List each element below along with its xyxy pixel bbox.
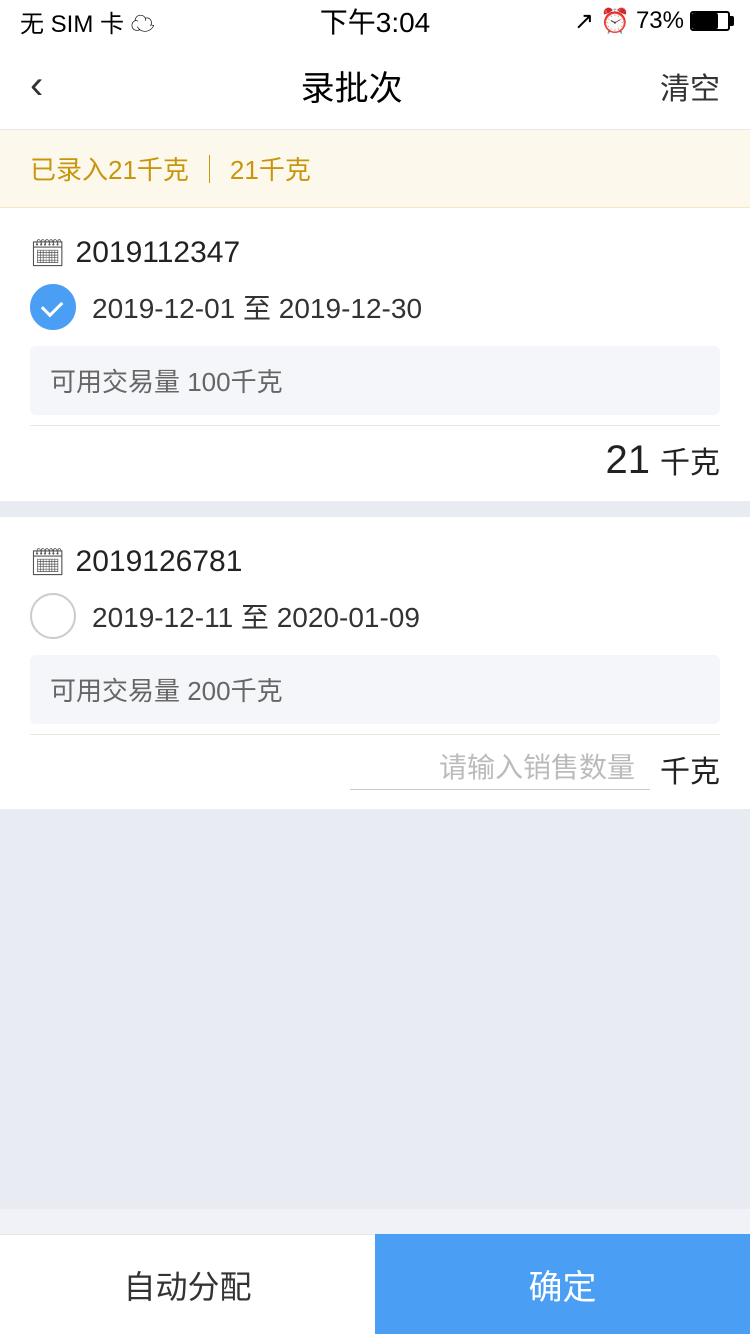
radio-2[interactable] [30, 593, 76, 639]
battery-icon [690, 11, 730, 31]
item-icon-2: 🗓 [30, 546, 66, 579]
item-date-2: 2019-12-11 至 2020-01-09 [92, 596, 420, 636]
location-icon: ↗ [574, 7, 594, 36]
auto-distribute-button[interactable]: 自动分配 [0, 1234, 375, 1334]
alarm-icon: ⏰ [600, 7, 630, 36]
nav-bar: ‹ 录批次 清空 [0, 42, 750, 130]
radio-1[interactable] [30, 284, 76, 330]
status-bar: 无 SIM 卡 ☁ 下午3:04 ↗ ⏰ 73% [0, 0, 750, 42]
status-right: ↗ ⏰ 73% [574, 7, 730, 36]
quantity-input-2[interactable] [350, 748, 650, 790]
banner-label: 已录入21千克 [30, 150, 189, 187]
status-banner: 已录入21千克 21千克 [0, 130, 750, 208]
amount-value-1: 21 [606, 438, 651, 483]
item-row-1[interactable]: 2019-12-01 至 2019-12-30 [0, 278, 750, 340]
section-separator [0, 501, 750, 517]
back-button[interactable]: ‹ [30, 63, 43, 108]
item-id-1: 2019112347 [76, 236, 241, 270]
item-header-1: 🗓 2019112347 [0, 208, 750, 278]
input-unit-2: 千克 [660, 747, 720, 791]
item-amount-row-1: 21 千克 [0, 426, 750, 501]
item-card-2: 🗓 2019126781 2019-12-11 至 2020-01-09 可用交… [0, 517, 750, 809]
item-date-1: 2019-12-01 至 2019-12-30 [92, 287, 422, 327]
item-id-2: 2019126781 [76, 545, 243, 579]
amount-unit-1: 千克 [660, 438, 720, 482]
item-availability-2: 可用交易量 200千克 [30, 655, 720, 724]
auto-distribute-label: 自动分配 [123, 1262, 251, 1308]
banner-value: 21千克 [230, 150, 311, 187]
banner-divider [209, 155, 210, 183]
status-left: 无 SIM 卡 ☁ [20, 4, 155, 39]
clear-button[interactable]: 清空 [660, 64, 720, 108]
status-time: 下午3:04 [320, 1, 431, 41]
item-availability-1: 可用交易量 100千克 [30, 346, 720, 415]
bottom-bar: 自动分配 确定 [0, 1234, 750, 1334]
item-icon-1: 🗓 [30, 237, 66, 270]
input-row-2: 千克 [0, 735, 750, 809]
confirm-button[interactable]: 确定 [375, 1234, 750, 1334]
page-title: 录批次 [301, 61, 403, 110]
empty-area [0, 809, 750, 1209]
sim-label: 无 SIM 卡 ☁ [20, 4, 155, 39]
item-row-2[interactable]: 2019-12-11 至 2020-01-09 [0, 587, 750, 649]
item-header-2: 🗓 2019126781 [0, 517, 750, 587]
item-card-1: 🗓 2019112347 2019-12-01 至 2019-12-30 可用交… [0, 208, 750, 501]
confirm-label: 确定 [529, 1260, 597, 1309]
battery-label: 73% [636, 7, 684, 35]
